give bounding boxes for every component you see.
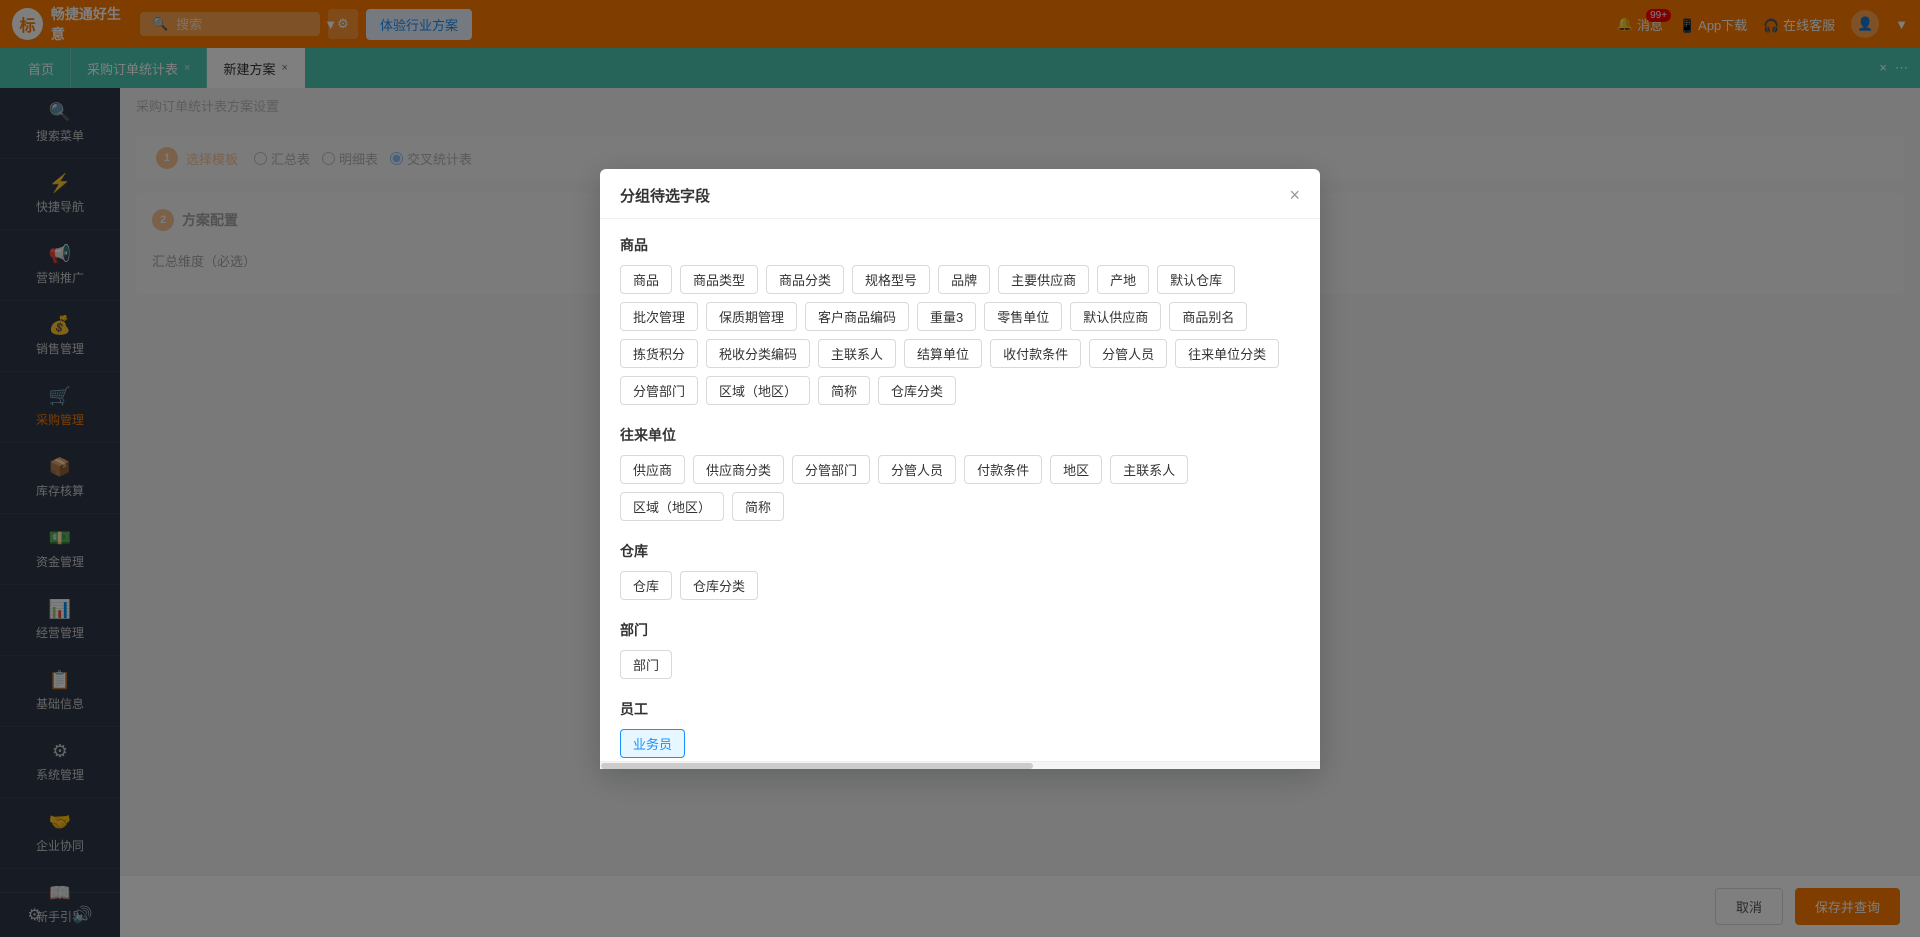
field-section-title-往来单位: 往来单位 xyxy=(620,425,1300,445)
field-tag-区域（地区）[interactable]: 区域（地区） xyxy=(706,376,810,405)
field-tag-往来单位分类[interactable]: 往来单位分类 xyxy=(1175,339,1279,368)
field-tag-供应商分类[interactable]: 供应商分类 xyxy=(693,455,784,484)
field-tags-员工: 业务员 xyxy=(620,729,1300,758)
field-tag-默认仓库[interactable]: 默认仓库 xyxy=(1157,265,1235,294)
field-section-title-部门: 部门 xyxy=(620,620,1300,640)
field-tags-仓库: 仓库仓库分类 xyxy=(620,571,1300,600)
field-section-部门: 部门部门 xyxy=(620,620,1300,679)
field-tag-仓库[interactable]: 仓库 xyxy=(620,571,672,600)
field-tag-重量3[interactable]: 重量3 xyxy=(917,302,976,331)
modal-header: 分组待选字段 × xyxy=(600,169,1320,219)
field-tag-拣货积分[interactable]: 拣货积分 xyxy=(620,339,698,368)
field-tag-付款条件[interactable]: 付款条件 xyxy=(964,455,1042,484)
field-tag-产地[interactable]: 产地 xyxy=(1097,265,1149,294)
modal-close-button[interactable]: × xyxy=(1289,185,1300,206)
field-tags-部门: 部门 xyxy=(620,650,1300,679)
field-tag-规格型号[interactable]: 规格型号 xyxy=(852,265,930,294)
field-section-商品: 商品商品商品类型商品分类规格型号品牌主要供应商产地默认仓库批次管理保质期管理客户… xyxy=(620,235,1300,405)
field-section-title-仓库: 仓库 xyxy=(620,541,1300,561)
field-select-modal: 分组待选字段 × 商品商品商品类型商品分类规格型号品牌主要供应商产地默认仓库批次… xyxy=(600,169,1320,769)
field-tag-简称[interactable]: 简称 xyxy=(818,376,870,405)
field-tag-供应商[interactable]: 供应商 xyxy=(620,455,685,484)
field-section-title-商品: 商品 xyxy=(620,235,1300,255)
field-tag-分管人员[interactable]: 分管人员 xyxy=(878,455,956,484)
field-tag-品牌[interactable]: 品牌 xyxy=(938,265,990,294)
field-tag-批次管理[interactable]: 批次管理 xyxy=(620,302,698,331)
field-tag-收付款条件[interactable]: 收付款条件 xyxy=(990,339,1081,368)
field-tag-区域（地区）[interactable]: 区域（地区） xyxy=(620,492,724,521)
field-tag-部门[interactable]: 部门 xyxy=(620,650,672,679)
field-tag-业务员[interactable]: 业务员 xyxy=(620,729,685,758)
field-tag-保质期管理[interactable]: 保质期管理 xyxy=(706,302,797,331)
field-tag-主联系人[interactable]: 主联系人 xyxy=(818,339,896,368)
field-tag-仓库分类[interactable]: 仓库分类 xyxy=(878,376,956,405)
modal-overlay: 分组待选字段 × 商品商品商品类型商品分类规格型号品牌主要供应商产地默认仓库批次… xyxy=(0,0,1920,937)
field-tag-主联系人[interactable]: 主联系人 xyxy=(1110,455,1188,484)
field-tag-客户商品编码[interactable]: 客户商品编码 xyxy=(805,302,909,331)
field-tag-地区[interactable]: 地区 xyxy=(1050,455,1102,484)
field-tag-分管人员[interactable]: 分管人员 xyxy=(1089,339,1167,368)
field-tags-商品: 商品商品类型商品分类规格型号品牌主要供应商产地默认仓库批次管理保质期管理客户商品… xyxy=(620,265,1300,405)
modal-horizontal-scrollbar[interactable] xyxy=(600,761,1320,769)
field-tag-商品[interactable]: 商品 xyxy=(620,265,672,294)
field-tag-简称[interactable]: 简称 xyxy=(732,492,784,521)
field-tag-分管部门[interactable]: 分管部门 xyxy=(620,376,698,405)
modal-body: 商品商品商品类型商品分类规格型号品牌主要供应商产地默认仓库批次管理保质期管理客户… xyxy=(600,219,1320,761)
field-tag-商品别名[interactable]: 商品别名 xyxy=(1169,302,1247,331)
field-section-title-员工: 员工 xyxy=(620,699,1300,719)
field-section-仓库: 仓库仓库仓库分类 xyxy=(620,541,1300,600)
field-tag-仓库分类[interactable]: 仓库分类 xyxy=(680,571,758,600)
field-section-往来单位: 往来单位供应商供应商分类分管部门分管人员付款条件地区主联系人区域（地区） 简称 xyxy=(620,425,1300,521)
field-tag-结算单位[interactable]: 结算单位 xyxy=(904,339,982,368)
field-tag-主要供应商[interactable]: 主要供应商 xyxy=(998,265,1089,294)
field-tag-商品分类[interactable]: 商品分类 xyxy=(766,265,844,294)
modal-scrollbar-thumb xyxy=(601,763,1033,769)
modal-title: 分组待选字段 xyxy=(620,185,710,206)
field-tag-商品类型[interactable]: 商品类型 xyxy=(680,265,758,294)
field-tags-往来单位: 供应商供应商分类分管部门分管人员付款条件地区主联系人区域（地区） 简称 xyxy=(620,455,1300,521)
field-tag-税收分类编码[interactable]: 税收分类编码 xyxy=(706,339,810,368)
field-tag-零售单位[interactable]: 零售单位 xyxy=(984,302,1062,331)
field-tag-分管部门[interactable]: 分管部门 xyxy=(792,455,870,484)
field-tag-默认供应商[interactable]: 默认供应商 xyxy=(1070,302,1161,331)
field-section-员工: 员工业务员 xyxy=(620,699,1300,758)
